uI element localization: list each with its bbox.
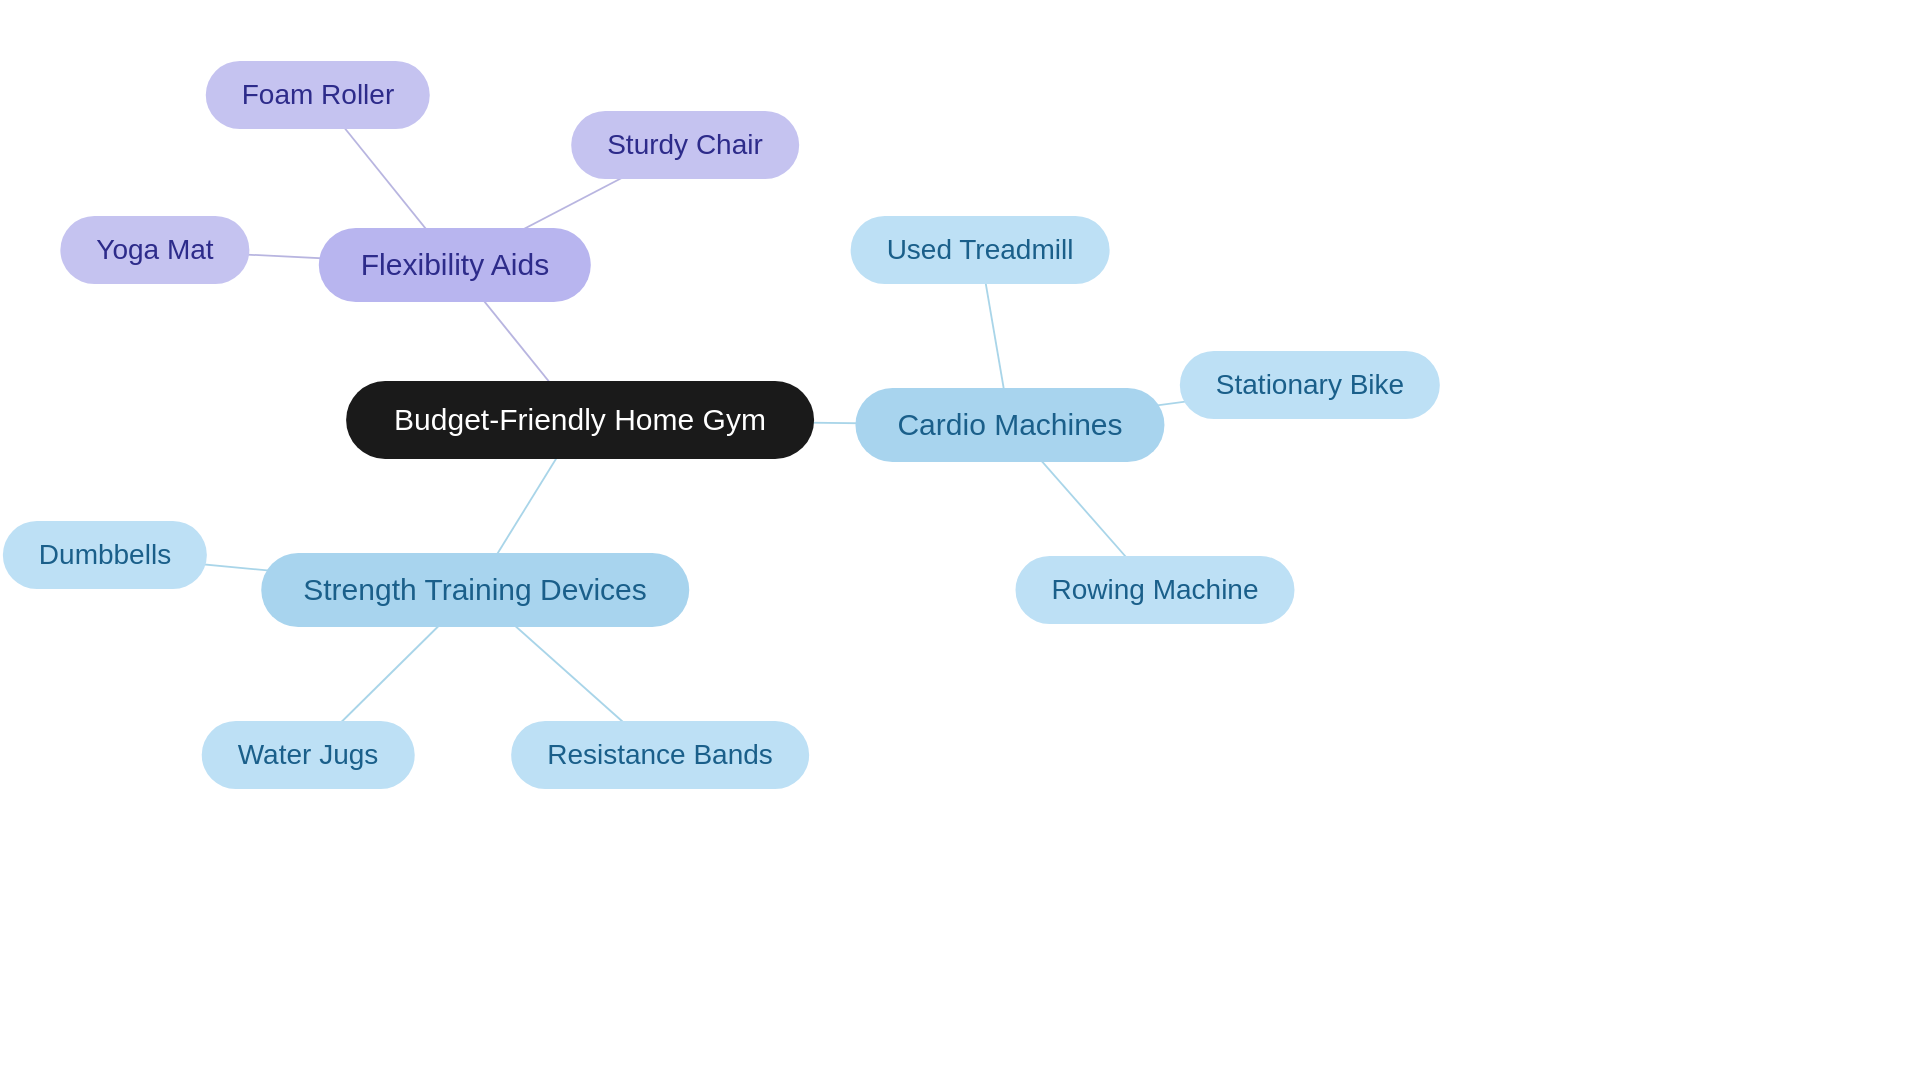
cardio-machines-node[interactable]: Cardio Machines [855, 388, 1164, 462]
sturdy-chair-node[interactable]: Sturdy Chair [571, 111, 799, 179]
rowing-machine-node[interactable]: Rowing Machine [1016, 556, 1295, 624]
yoga-mat-node[interactable]: Yoga Mat [60, 216, 249, 284]
resistance-bands-node[interactable]: Resistance Bands [511, 721, 809, 789]
flexibility-aids-node[interactable]: Flexibility Aids [319, 228, 591, 302]
used-treadmill-node[interactable]: Used Treadmill [851, 216, 1110, 284]
strength-training-node[interactable]: Strength Training Devices [261, 553, 689, 627]
center-node[interactable]: Budget-Friendly Home Gym [346, 381, 814, 459]
foam-roller-node[interactable]: Foam Roller [206, 61, 430, 129]
stationary-bike-node[interactable]: Stationary Bike [1180, 351, 1440, 419]
connection-lines [0, 0, 1920, 1083]
water-jugs-node[interactable]: Water Jugs [202, 721, 415, 789]
dumbbells-node[interactable]: Dumbbells [3, 521, 207, 589]
